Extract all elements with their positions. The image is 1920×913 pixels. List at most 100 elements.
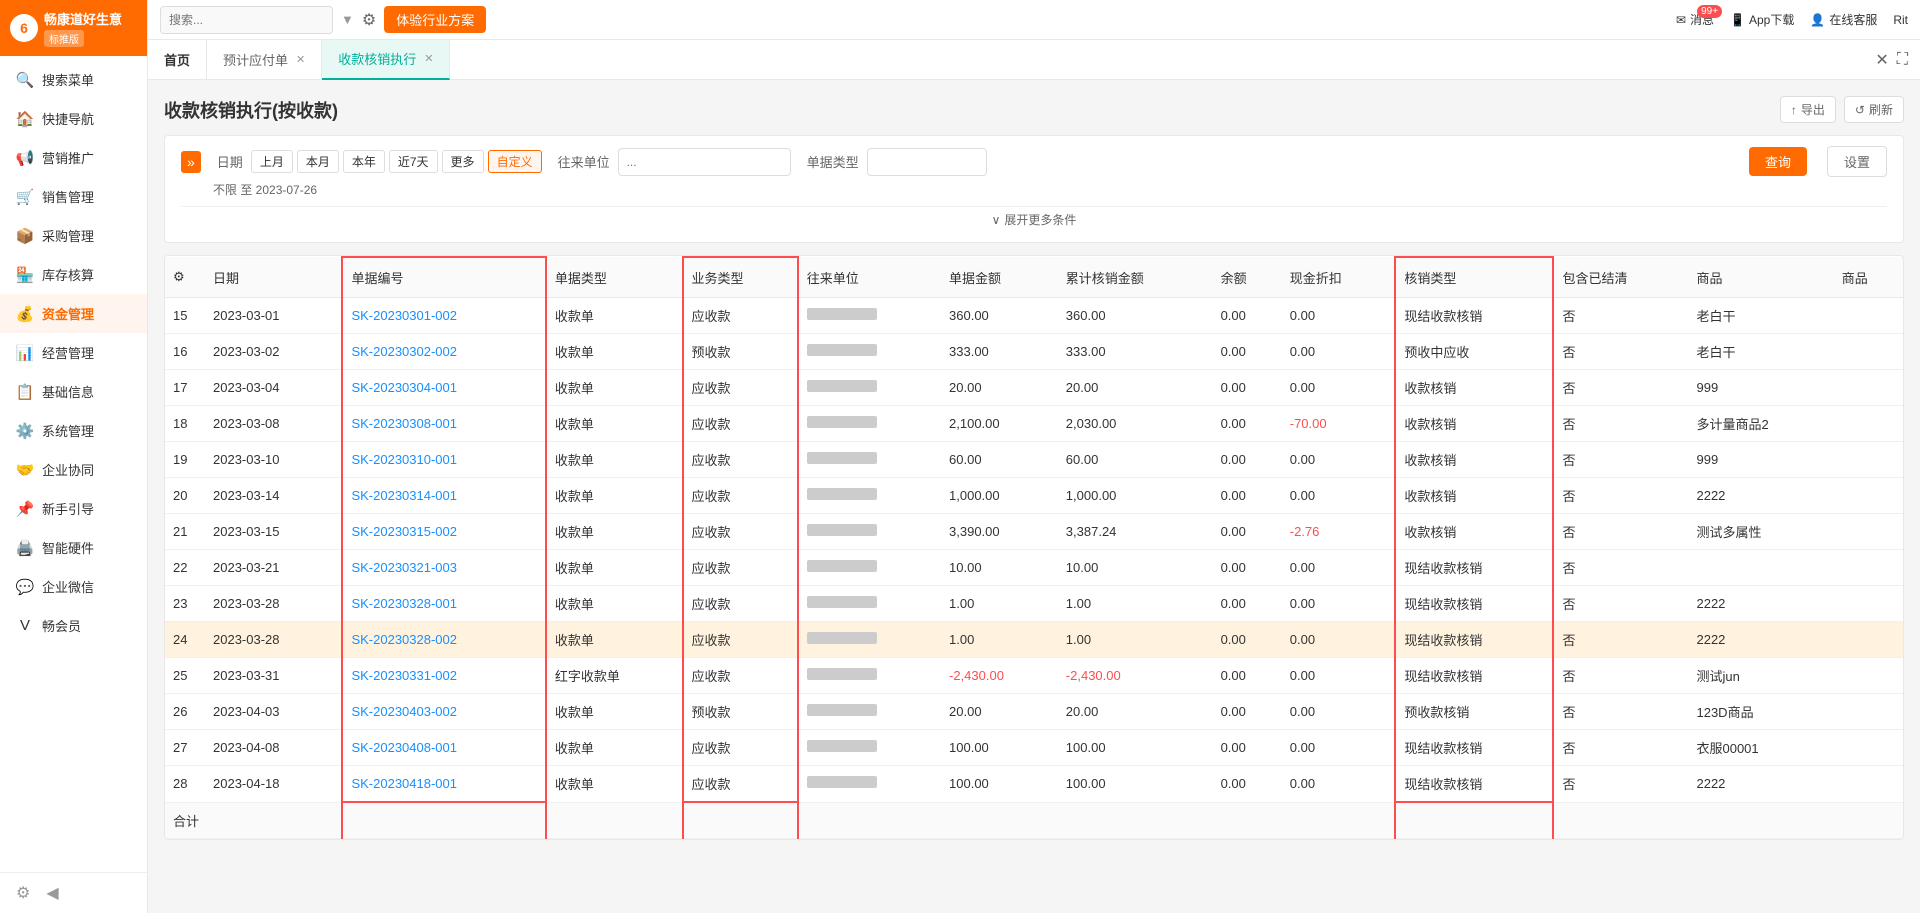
- th-biz-type: 业务类型: [683, 257, 798, 298]
- footer-biz-type: [683, 802, 798, 838]
- sidebar-item-guide[interactable]: 📌 新手引导: [0, 489, 147, 528]
- cell-bill-type: 收款单: [546, 730, 683, 766]
- cell-included: 否: [1553, 334, 1688, 370]
- sidebar-item-label: 新手引导: [42, 499, 94, 518]
- sidebar-item-operation[interactable]: 📊 经营管理: [0, 333, 147, 372]
- cell-date: 2023-03-04: [205, 370, 342, 406]
- cell-product2: [1834, 370, 1903, 406]
- table-settings-icon[interactable]: ⚙: [173, 269, 185, 284]
- tab-pre-receivable-close[interactable]: ✕: [296, 53, 305, 66]
- sidebar-item-label: 经营管理: [42, 343, 94, 362]
- sidebar-item-purchase[interactable]: 📦 采购管理: [0, 216, 147, 255]
- cell-amount: 10.00: [941, 550, 1058, 586]
- cell-amount: 360.00: [941, 298, 1058, 334]
- settings-footer-icon[interactable]: ⚙: [16, 883, 30, 903]
- cell-biz-type: 应收款: [683, 442, 798, 478]
- message-button[interactable]: ✉ 消息 99+: [1676, 11, 1714, 28]
- date-7days-btn[interactable]: 近7天: [389, 150, 438, 173]
- settings-button[interactable]: 设置: [1827, 146, 1887, 177]
- refresh-button[interactable]: ↺ 刷新: [1844, 96, 1904, 123]
- table-container: ⚙ 日期 单据编号 单据类型 业务类型 往来单位 单据金额 累计核销金额 余额 …: [164, 255, 1904, 840]
- cell-written-off: 100.00: [1058, 766, 1213, 803]
- filter-bar: » 日期 上月 本月 本年 近7天 更多 自定义 往来单位: [164, 135, 1904, 243]
- sidebar-item-basic[interactable]: 📋 基础信息: [0, 372, 147, 411]
- bill-no-link[interactable]: SK-20230408-001: [351, 740, 457, 755]
- cell-bill-type: 收款单: [546, 550, 683, 586]
- cell-balance: 0.00: [1213, 370, 1282, 406]
- receipt-type-select[interactable]: [867, 148, 987, 176]
- cell-amount: 3,390.00: [941, 514, 1058, 550]
- bill-no-link[interactable]: SK-20230314-001: [351, 488, 457, 503]
- tab-collection-write-off[interactable]: 收款核销执行 ✕: [322, 40, 450, 80]
- tab-pre-receivable[interactable]: 预计应付单 ✕: [207, 40, 322, 80]
- sidebar-item-marketing[interactable]: 📢 营销推广: [0, 138, 147, 177]
- online-service-button[interactable]: 👤 在线客服: [1810, 11, 1877, 28]
- app-download-button[interactable]: 📱 App下载: [1730, 11, 1794, 28]
- sidebar-item-label: 搜索菜单: [42, 70, 94, 89]
- date-custom-btn[interactable]: 自定义: [488, 150, 542, 173]
- query-button[interactable]: 查询: [1749, 147, 1807, 176]
- sidebar-item-search[interactable]: 🔍 搜索菜单: [0, 60, 147, 99]
- cell-partner: [798, 730, 941, 766]
- bill-no-link[interactable]: SK-20230418-001: [351, 776, 457, 791]
- bill-no-link[interactable]: SK-20230328-001: [351, 596, 457, 611]
- cell-cash-discount: 0.00: [1282, 370, 1396, 406]
- topbar-arrow-icon[interactable]: ▼: [341, 12, 354, 27]
- cell-included: 否: [1553, 406, 1688, 442]
- sidebar-item-sales[interactable]: 🛒 销售管理: [0, 177, 147, 216]
- footer-cash-discount: [1282, 802, 1396, 838]
- bill-no-link[interactable]: SK-20230308-001: [351, 416, 457, 431]
- logo-line1: 畅康道好生意: [44, 9, 122, 28]
- bill-no-link[interactable]: SK-20230310-001: [351, 452, 457, 467]
- tab-home[interactable]: 首页: [148, 40, 207, 80]
- solution-button[interactable]: 体验行业方案: [384, 6, 486, 33]
- tab-expand-button[interactable]: ⛶: [1897, 51, 1908, 69]
- cell-biz-type: 预收款: [683, 334, 798, 370]
- filter-expand-more[interactable]: ∨ 展开更多条件: [181, 206, 1887, 232]
- receipt-type-label: 单据类型: [807, 152, 859, 171]
- bill-no-link[interactable]: SK-20230328-002: [351, 632, 457, 647]
- bill-no-link[interactable]: SK-20230304-001: [351, 380, 457, 395]
- cell-product1: 2222: [1688, 586, 1833, 622]
- date-more-btn[interactable]: 更多: [442, 150, 484, 173]
- cell-cash-discount: 0.00: [1282, 334, 1396, 370]
- sidebar-item-enterprise[interactable]: 🤝 企业协同: [0, 450, 147, 489]
- cell-date: 2023-03-10: [205, 442, 342, 478]
- filter-toggle-icon[interactable]: »: [181, 151, 201, 173]
- cell-product1: 老白干: [1688, 298, 1833, 334]
- bill-no-link[interactable]: SK-20230301-002: [351, 308, 457, 323]
- tab-collection-close[interactable]: ✕: [424, 52, 433, 65]
- footer-bill-no: [342, 802, 545, 838]
- operation-icon: 📊: [16, 344, 34, 362]
- sidebar-item-member[interactable]: V 畅会员: [0, 606, 147, 645]
- cell-bill-type: 收款单: [546, 406, 683, 442]
- date-this-month-btn[interactable]: 本月: [297, 150, 339, 173]
- topbar-gear-icon[interactable]: ⚙: [362, 10, 376, 30]
- date-prev-month-btn[interactable]: 上月: [251, 150, 293, 173]
- th-bill-type: 单据类型: [546, 257, 683, 298]
- date-this-year-btn[interactable]: 本年: [343, 150, 385, 173]
- cell-partner: [798, 694, 941, 730]
- sidebar-item-finance[interactable]: 💰 资金管理: [0, 294, 147, 333]
- bill-no-link[interactable]: SK-20230403-002: [351, 704, 457, 719]
- sidebar-item-hardware[interactable]: 🖨️ 智能硬件: [0, 528, 147, 567]
- cell-date: 2023-04-08: [205, 730, 342, 766]
- sidebar-item-wechat[interactable]: 💬 企业微信: [0, 567, 147, 606]
- sidebar-item-system[interactable]: ⚙️ 系统管理: [0, 411, 147, 450]
- tab-close-all-button[interactable]: ✕: [1875, 50, 1888, 70]
- table-row: 21 2023-03-15 SK-20230315-002 收款单 应收款 3,…: [165, 514, 1903, 550]
- sidebar-item-quicknav[interactable]: 🏠 快捷导航: [0, 99, 147, 138]
- cell-amount: 100.00: [941, 730, 1058, 766]
- footer-product2: [1834, 802, 1903, 838]
- sidebar-item-inventory[interactable]: 🏪 库存核算: [0, 255, 147, 294]
- bill-no-link[interactable]: SK-20230321-003: [351, 560, 457, 575]
- bill-no-link[interactable]: SK-20230302-002: [351, 344, 457, 359]
- collapse-footer-icon[interactable]: ◀: [46, 883, 58, 903]
- cell-bill-type: 收款单: [546, 298, 683, 334]
- bill-no-link[interactable]: SK-20230315-002: [351, 524, 457, 539]
- filter-expand-btn[interactable]: »: [181, 151, 201, 173]
- bill-no-link[interactable]: SK-20230331-002: [351, 668, 457, 683]
- partner-filter-input[interactable]: [618, 148, 791, 176]
- export-button[interactable]: ↑ 导出: [1780, 96, 1836, 123]
- topbar-search-input[interactable]: [160, 6, 333, 34]
